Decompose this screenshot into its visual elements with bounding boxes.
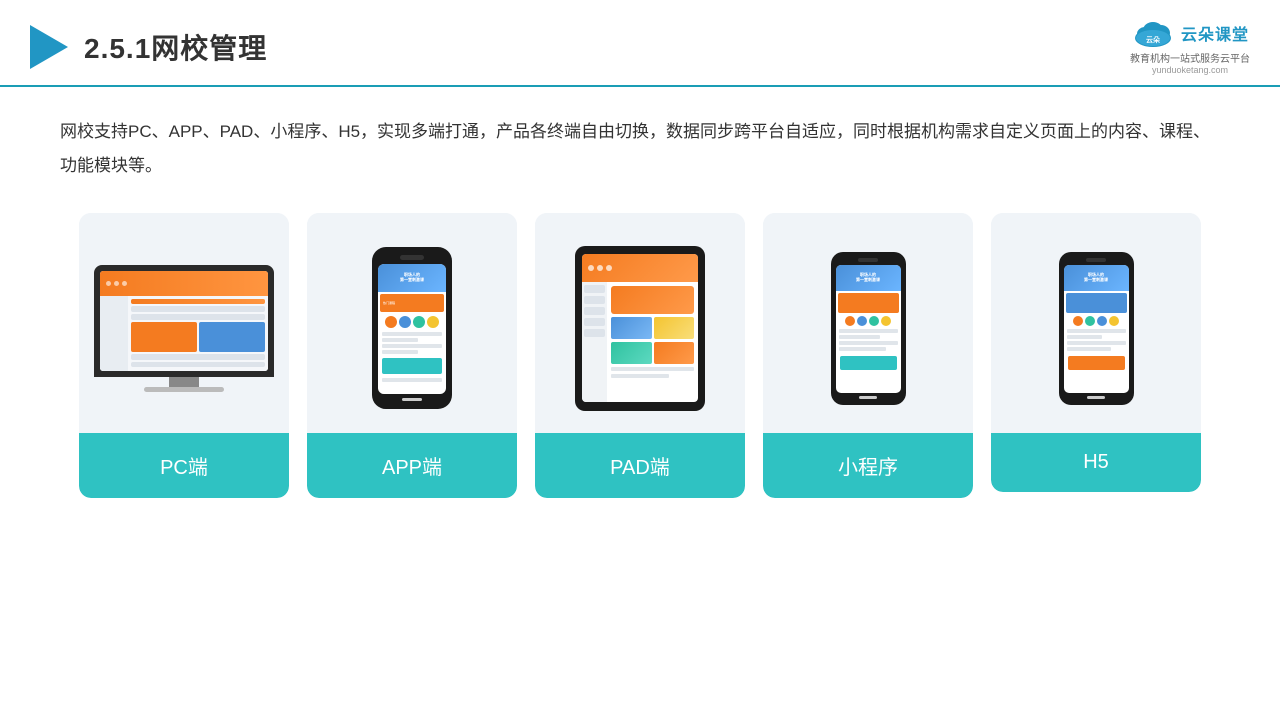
card-pc: PC端 (79, 213, 289, 498)
play-icon (30, 25, 68, 69)
phone-mockup-app: 职场人的第一堂刺激课 热门课程 (372, 247, 452, 409)
cloud-logo-icon: 云朵 (1131, 18, 1175, 48)
logo-area: 云朵 云朵课堂 教育机构一站式服务云平台 yunduoketang.com (1130, 18, 1250, 75)
section-number: 2.5.1 (84, 33, 151, 64)
card-pad: PAD端 (535, 213, 745, 498)
logo-tagline: 教育机构一站式服务云平台 (1130, 50, 1250, 65)
logo-cloud: 云朵 云朵课堂 (1131, 18, 1249, 48)
card-pc-label: PC端 (79, 433, 289, 498)
card-pad-image (535, 213, 745, 433)
tablet-mockup (575, 246, 705, 411)
description-text: 网校支持PC、APP、PAD、小程序、H5，实现多端打通，产品各终端自由切换，数… (60, 115, 1220, 183)
card-pc-image (79, 213, 289, 433)
cards-container: PC端 职场人的第一堂刺激课 热门课程 (60, 213, 1220, 498)
page-title: 2.5.1网校管理 (84, 27, 267, 67)
page-header: 2.5.1网校管理 云朵 云朵课堂 教育机构一站式服务云平台 yunduoket… (0, 0, 1280, 87)
logo-domain: yunduoketang.com (1152, 65, 1228, 75)
card-h5-image: 职场人的第一堂刺激课 (991, 213, 1201, 433)
svg-text:云朵: 云朵 (1146, 35, 1161, 44)
main-content: 网校支持PC、APP、PAD、小程序、H5，实现多端打通，产品各终端自由切换，数… (0, 87, 1280, 518)
card-miniprogram: 职场人的第一堂刺激课 (763, 213, 973, 498)
logo-brand: 云朵课堂 (1181, 21, 1249, 45)
card-app-image: 职场人的第一堂刺激课 热门课程 (307, 213, 517, 433)
card-h5: 职场人的第一堂刺激课 (991, 213, 1201, 492)
card-pad-label: PAD端 (535, 433, 745, 498)
card-app-label: APP端 (307, 433, 517, 498)
header-left: 2.5.1网校管理 (30, 25, 267, 69)
card-app: 职场人的第一堂刺激课 热门课程 (307, 213, 517, 498)
card-miniprogram-image: 职场人的第一堂刺激课 (763, 213, 973, 433)
title-text: 网校管理 (151, 33, 267, 64)
card-h5-label: H5 (991, 433, 1201, 492)
pc-mockup (94, 265, 274, 392)
card-miniprogram-label: 小程序 (763, 433, 973, 498)
mini-phone-mockup-1: 职场人的第一堂刺激课 (831, 252, 906, 405)
mini-phone-mockup-2: 职场人的第一堂刺激课 (1059, 252, 1134, 405)
